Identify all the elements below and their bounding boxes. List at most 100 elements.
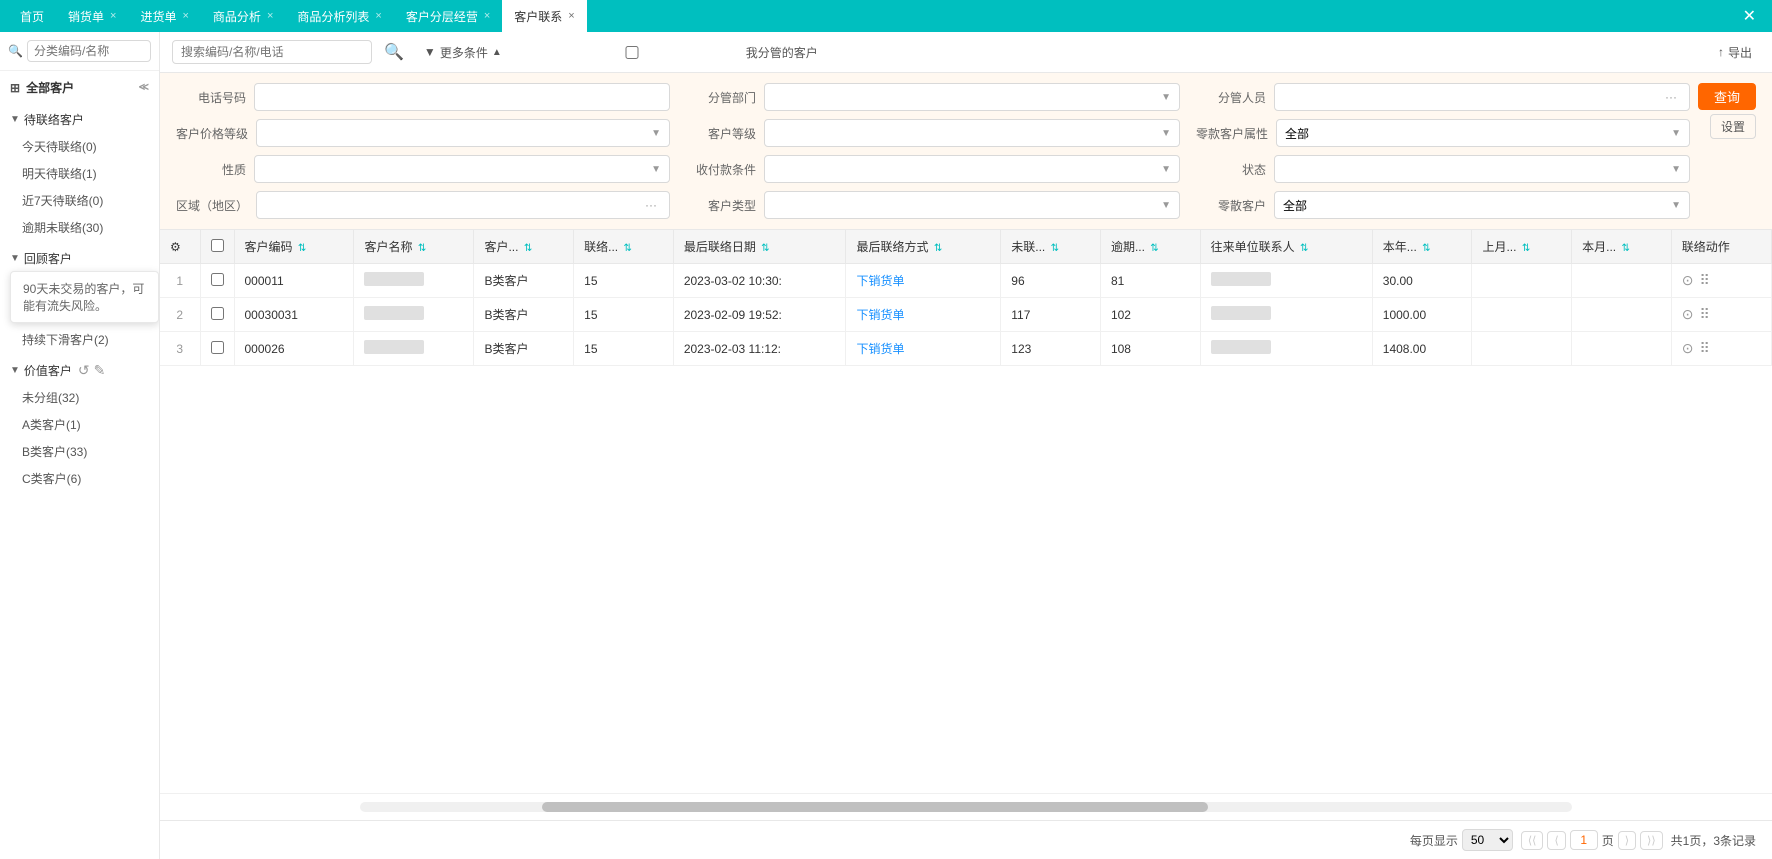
- sidebar-section-title-value[interactable]: ▼ 价值客户 ↺ ✎: [0, 357, 159, 384]
- per-page-select[interactable]: 50 100 200: [1462, 829, 1513, 851]
- current-page: 1: [1570, 830, 1598, 850]
- col-last-date[interactable]: 最后联络日期 ⇅: [673, 230, 846, 264]
- close-purchase-tab[interactable]: ×: [182, 10, 188, 22]
- close-customer-tier-tab[interactable]: ×: [484, 10, 490, 22]
- row-3-link-icon[interactable]: ⊙: [1682, 340, 1694, 357]
- nav-item-sales[interactable]: 销货单 ×: [56, 0, 128, 32]
- row-date-1: 2023-03-02 10:30:: [673, 264, 846, 298]
- row-level-1: B类客户: [474, 264, 574, 298]
- search-button[interactable]: 🔍: [384, 42, 404, 62]
- sidebar-all-customers[interactable]: ⊞ 全部客户 ≪: [0, 71, 159, 104]
- col-contact[interactable]: 联络... ⇅: [574, 230, 674, 264]
- close-analysis-list-tab[interactable]: ×: [375, 10, 381, 22]
- more-icon[interactable]: ···: [641, 198, 661, 212]
- close-analysis-tab[interactable]: ×: [267, 10, 273, 22]
- sidebar-item-overdue[interactable]: 逾期未联络(30): [0, 214, 159, 241]
- dept-select[interactable]: ▼: [764, 83, 1180, 111]
- col-last-month[interactable]: 上月... ⇅: [1472, 230, 1572, 264]
- export-button[interactable]: ↑ 导出: [1710, 41, 1760, 64]
- first-page-btn[interactable]: ⟨⟨: [1521, 831, 1544, 850]
- chevron-down-icon: ▼: [651, 164, 661, 175]
- nav-item-purchase[interactable]: 进货单 ×: [128, 0, 200, 32]
- horizontal-scrollbar[interactable]: [360, 802, 1572, 812]
- col-unit-contact[interactable]: 往来单位联系人 ⇅: [1200, 230, 1372, 264]
- sidebar-search-input[interactable]: [27, 40, 151, 62]
- sidebar-section-title-review[interactable]: ▼ 回顾客户: [0, 245, 159, 272]
- sidebar-item-today[interactable]: 今天待联络(0): [0, 133, 159, 160]
- row-method-link-1[interactable]: 下销货单: [856, 274, 904, 288]
- row-2-link-icon[interactable]: ⊙: [1682, 306, 1694, 323]
- col-this-month[interactable]: 本月... ⇅: [1572, 230, 1672, 264]
- row-3-checkbox[interactable]: [211, 341, 224, 354]
- row-3-grid-icon[interactable]: ⠿: [1700, 340, 1710, 357]
- row-method-link-3[interactable]: 下销货单: [856, 342, 904, 356]
- refresh-icon[interactable]: ↺: [78, 362, 90, 379]
- next-page-btn[interactable]: ⟩: [1618, 831, 1636, 850]
- phone-input[interactable]: [254, 83, 670, 111]
- row-name-2: [354, 298, 474, 332]
- zeroattr-select[interactable]: 全部 ▼: [1276, 119, 1690, 147]
- row-2-checkbox[interactable]: [211, 307, 224, 320]
- col-overdue[interactable]: 逾期... ⇅: [1100, 230, 1200, 264]
- sidebar-item-c-class[interactable]: C类客户(6): [0, 465, 159, 492]
- tooltip-box: 90天未交易的客户，可能有流失风险。: [10, 271, 159, 323]
- query-button[interactable]: 查询: [1698, 83, 1756, 110]
- sidebar-item-tomorrow[interactable]: 明天待联络(1): [0, 160, 159, 187]
- filter-row-2: 客户价格等级 ▼ 客户等级 ▼: [176, 119, 1690, 147]
- nav-item-customer-tier[interactable]: 客户分层经营 ×: [394, 0, 502, 32]
- row-this-month-1: [1572, 264, 1672, 298]
- sort-icon: ⇅: [298, 243, 306, 254]
- close-sales-tab[interactable]: ×: [110, 10, 116, 22]
- customerlevel-select[interactable]: ▼: [764, 119, 1180, 147]
- edit-icon[interactable]: ✎: [94, 362, 106, 379]
- manager-select[interactable]: ···: [1274, 83, 1690, 111]
- search-input[interactable]: [172, 40, 372, 64]
- row-method-link-2[interactable]: 下销货单: [856, 308, 904, 322]
- col-name[interactable]: 客户名称 ⇅: [354, 230, 474, 264]
- nav-item-home[interactable]: 首页: [8, 0, 56, 32]
- settings-button[interactable]: 设置: [1710, 114, 1756, 139]
- customertype-select[interactable]: ▼: [764, 191, 1180, 219]
- more-icon[interactable]: ···: [1661, 90, 1681, 104]
- settings-gear[interactable]: ⚙: [170, 240, 181, 254]
- pricelevel-select[interactable]: ▼: [256, 119, 670, 147]
- sidebar-item-declining[interactable]: 持续下滑客户(2): [0, 326, 159, 353]
- zerocustomer-select[interactable]: 全部 ▼: [1274, 191, 1690, 219]
- scrollbar-thumb[interactable]: [542, 802, 1209, 812]
- sidebar-item-ungrouped[interactable]: 未分组(32): [0, 384, 159, 411]
- nav-item-analysis[interactable]: 商品分析 ×: [201, 0, 285, 32]
- col-this-year[interactable]: 本年... ⇅: [1372, 230, 1472, 264]
- col-level[interactable]: 客户... ⇅: [474, 230, 574, 264]
- my-customers-checkbox[interactable]: [522, 46, 742, 59]
- sidebar-item-7days[interactable]: 近7天待联络(0): [0, 187, 159, 214]
- chevron-down-icon: ▼: [1161, 200, 1171, 211]
- col-code[interactable]: 客户编码 ⇅: [234, 230, 354, 264]
- row-method-2: 下销货单: [846, 298, 1001, 332]
- col-uncontacted[interactable]: 未联... ⇅: [1001, 230, 1101, 264]
- advanced-filter: 电话号码 分管部门 ▼ 分管人员: [160, 73, 1772, 230]
- more-conditions-btn[interactable]: ▼ 更多条件 ▲: [416, 41, 510, 64]
- payment-select[interactable]: ▼: [764, 155, 1180, 183]
- close-all-tabs[interactable]: ✕: [1735, 6, 1764, 26]
- col-last-method[interactable]: 最后联络方式 ⇅: [846, 230, 1001, 264]
- status-select[interactable]: ▼: [1274, 155, 1690, 183]
- my-customers-checkbox-label[interactable]: 我分管的客户: [522, 44, 818, 61]
- last-page-btn[interactable]: ⟩⟩: [1640, 831, 1663, 850]
- sidebar-item-b-class[interactable]: B类客户(33): [0, 438, 159, 465]
- row-2-grid-icon[interactable]: ⠿: [1700, 306, 1710, 323]
- close-customer-contact-tab[interactable]: ×: [568, 10, 574, 22]
- nav-item-analysis-list[interactable]: 商品分析列表 ×: [285, 0, 393, 32]
- select-all-checkbox[interactable]: [211, 239, 224, 252]
- nature-select[interactable]: ▼: [254, 155, 670, 183]
- row-1-grid-icon[interactable]: ⠿: [1700, 272, 1710, 289]
- nav-item-customer-contact[interactable]: 客户联系 ×: [502, 0, 586, 32]
- sort-icon: ⇅: [1150, 243, 1158, 254]
- row-1-link-icon[interactable]: ⊙: [1682, 272, 1694, 289]
- row-last-month-2: [1472, 298, 1572, 332]
- sidebar-section-title-pending[interactable]: ▼ 待联络客户: [0, 106, 159, 133]
- chevron-down-icon: ▼: [1161, 92, 1171, 103]
- row-1-checkbox[interactable]: [211, 273, 224, 286]
- sidebar-item-a-class[interactable]: A类客户(1): [0, 411, 159, 438]
- prev-page-btn[interactable]: ⟨: [1547, 831, 1565, 850]
- region-select[interactable]: ···: [256, 191, 670, 219]
